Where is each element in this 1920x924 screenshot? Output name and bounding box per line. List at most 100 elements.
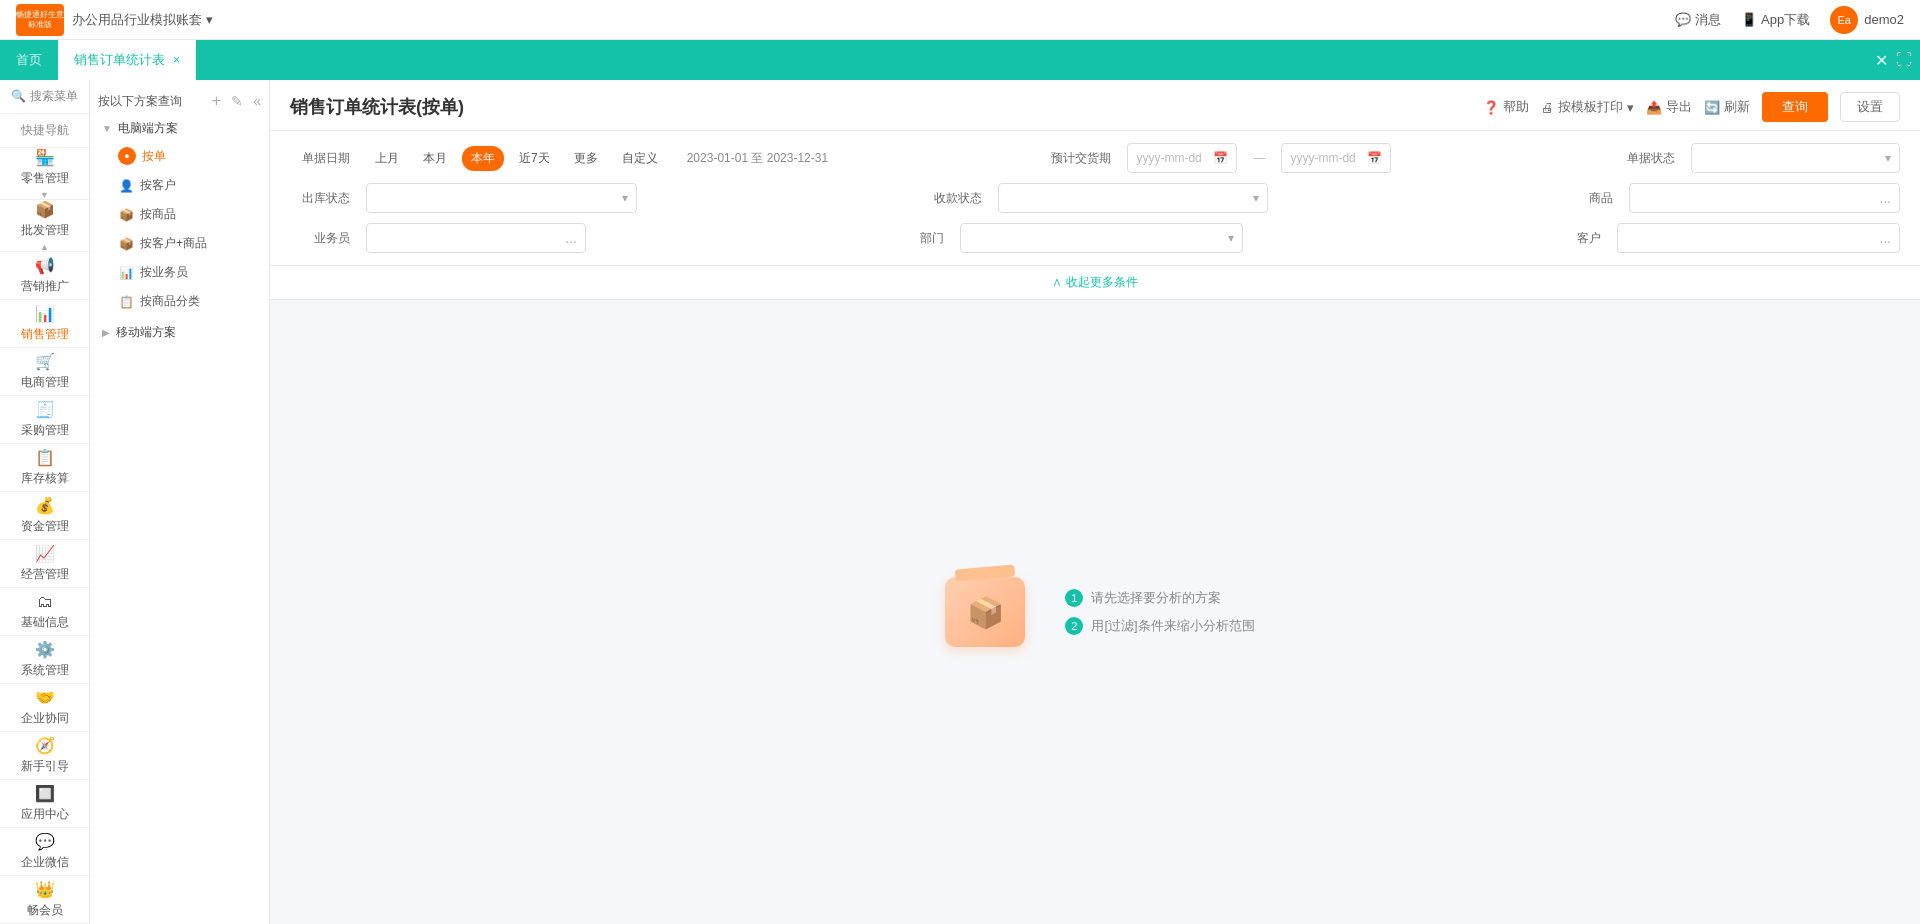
wholesale-icon: 📦	[35, 200, 55, 219]
purchase-icon: 🧾	[35, 400, 55, 419]
date-buttons: 上月 本月 本年 近7天 更多 自定义	[366, 146, 667, 171]
expand-icon2: ▲	[40, 242, 49, 252]
tab-expand-icon[interactable]: ⛶	[1896, 51, 1912, 69]
sidebar-quick-nav[interactable]: 快捷导航	[0, 114, 89, 148]
edit-scheme-button[interactable]: ✎	[231, 93, 243, 109]
system-title: 办公用品行业模拟账套	[72, 11, 202, 29]
export-button[interactable]: 📤 导出	[1646, 98, 1692, 116]
empty-box-icon: 📦	[945, 577, 1025, 647]
empty-text-list: 1 请先选择要分析的方案 2 用[过滤]条件来缩小分析范围	[1065, 589, 1254, 635]
pc-section-label: 电脑端方案	[118, 120, 178, 137]
scheme-item-by-customer[interactable]: 👤 按客户	[90, 171, 269, 200]
mobile-section-header[interactable]: ▶ 移动端方案	[90, 320, 269, 345]
sidebar-item-operations[interactable]: 📈 经营管理	[0, 540, 89, 588]
scheme-by-customer-label: 按客户	[140, 177, 176, 194]
top-bar: 畅捷通好生意 标准版 办公用品行业模拟账套 ▾ 💬 消息 📱 App下载 Ea …	[0, 0, 1920, 40]
date-range-text: 2023-01-01 至 2023-12-31	[687, 150, 828, 167]
scheme-item-by-salesperson[interactable]: 📊 按业务员	[90, 258, 269, 287]
sidebar-item-ecommerce[interactable]: 🛒 电商管理	[0, 348, 89, 396]
system-icon: ⚙️	[35, 640, 55, 659]
tab-close-all-icon[interactable]: ✕	[1875, 51, 1888, 70]
scheme-panel: 按以下方案查询 + ✎ « ▼ 电脑端方案 ● 按单 👤 按客户	[90, 80, 270, 924]
sidebar-item-system[interactable]: ⚙️ 系统管理	[0, 636, 89, 684]
order-status-label: 单据状态	[1615, 150, 1675, 167]
tab-home[interactable]: 首页	[0, 40, 58, 80]
sidebar-item-basic[interactable]: 🗂 基础信息	[0, 588, 89, 636]
expected-date-from[interactable]: yyyy-mm-dd 📅	[1127, 143, 1237, 173]
hint-num-2: 2	[1065, 617, 1083, 635]
sidebar-item-newbie[interactable]: 🧭 新手引导	[0, 732, 89, 780]
refresh-button[interactable]: 🔄 刷新	[1704, 98, 1750, 116]
sidebar-item-enterprise[interactable]: 🤝 企业协同	[0, 684, 89, 732]
scheme-item-by-product[interactable]: 📦 按商品	[90, 200, 269, 229]
sidebar-newbie-label: 新手引导	[21, 758, 69, 775]
inventory-icon: 📋	[35, 448, 55, 467]
receipt-dropdown-icon: ▾	[1253, 191, 1259, 205]
scheme-item-by-category[interactable]: 📋 按商品分类	[90, 287, 269, 316]
date-btn-this-year[interactable]: 本年	[462, 146, 504, 171]
expected-date-to[interactable]: yyyy-mm-dd 📅	[1281, 143, 1391, 173]
newbie-icon: 🧭	[35, 736, 55, 755]
collapse-scheme-button[interactable]: «	[253, 93, 261, 109]
sidebar-basic-label: 基础信息	[21, 614, 69, 631]
setting-button[interactable]: 设置	[1840, 92, 1900, 122]
sidebar-ecommerce-label: 电商管理	[21, 374, 69, 391]
receipt-status-select[interactable]: ▾	[998, 183, 1269, 213]
user-profile[interactable]: Ea demo2	[1830, 6, 1904, 34]
help-button[interactable]: ❓ 帮助	[1483, 98, 1529, 116]
basic-icon: 🗂	[37, 593, 53, 611]
date-btn-this-month[interactable]: 本月	[414, 146, 456, 171]
message-icon: 💬	[1675, 12, 1691, 27]
sidebar-item-appstore[interactable]: 🔲 应用中心	[0, 780, 89, 828]
print-button[interactable]: 🖨 按模板打印 ▾	[1541, 98, 1634, 116]
sidebar-item-marketing[interactable]: 📢 营销推广	[0, 252, 89, 300]
sidebar-search[interactable]: 🔍 搜索菜单	[0, 80, 89, 114]
enterprise-icon: 🤝	[35, 688, 55, 707]
scheme-dot-icon: ●	[118, 147, 136, 165]
tab-close-icon[interactable]: ×	[173, 53, 180, 67]
department-select[interactable]: ▾	[960, 223, 1244, 253]
sidebar-item-member[interactable]: 👑 畅会员	[0, 876, 89, 924]
date-btn-custom[interactable]: 自定义	[613, 146, 667, 171]
hint-text-1: 请先选择要分析的方案	[1091, 589, 1221, 607]
customer-input[interactable]: ...	[1617, 223, 1901, 253]
date-btn-last-month[interactable]: 上月	[366, 146, 408, 171]
user-name: demo2	[1864, 12, 1904, 27]
sidebar-item-wechat[interactable]: 💬 企业微信	[0, 828, 89, 876]
tab-sales-stats[interactable]: 销售订单统计表 ×	[58, 40, 196, 80]
product-dots-icon[interactable]: ...	[1879, 190, 1891, 206]
message-button[interactable]: 💬 消息	[1675, 11, 1721, 29]
system-title-dropdown[interactable]: 办公用品行业模拟账套 ▾	[72, 11, 213, 29]
sidebar-item-wholesale[interactable]: 📦 批发管理 ▲	[0, 200, 89, 252]
finance-icon: 💰	[35, 496, 55, 515]
member-icon: 👑	[35, 880, 55, 899]
date-btn-7days[interactable]: 近7天	[510, 146, 559, 171]
wechat-icon: 💬	[35, 832, 55, 851]
filter-row-person: 业务员 ... 部门 ▾ 客户 ...	[290, 223, 1900, 253]
sidebar-enterprise-label: 企业协同	[21, 710, 69, 727]
delivery-status-select[interactable]: ▾	[366, 183, 637, 213]
app-download-button[interactable]: 📱 App下载	[1741, 11, 1810, 29]
salesperson-dots-icon[interactable]: ...	[565, 230, 577, 246]
sidebar-item-inventory[interactable]: 📋 库存核算	[0, 444, 89, 492]
empty-illustration: 📦	[935, 562, 1035, 662]
pc-section-header[interactable]: ▼ 电脑端方案	[90, 116, 269, 141]
sidebar-item-finance[interactable]: 💰 资金管理	[0, 492, 89, 540]
pc-scheme-section: ▼ 电脑端方案 ● 按单 👤 按客户 📦 按商品	[90, 114, 269, 318]
collapse-bar[interactable]: ∧ 收起更多条件	[270, 266, 1920, 300]
sidebar-item-sales[interactable]: 📊 销售管理	[0, 300, 89, 348]
query-button[interactable]: 查询	[1762, 92, 1828, 122]
product-input[interactable]: ...	[1629, 183, 1900, 213]
sidebar-item-retail[interactable]: 🏪 零售管理 ▼	[0, 148, 89, 200]
order-status-select[interactable]: ▾	[1691, 143, 1900, 173]
customer-dots-icon[interactable]: ...	[1879, 230, 1891, 246]
sidebar-item-purchase[interactable]: 🧾 采购管理	[0, 396, 89, 444]
logo: 畅捷通好生意 标准版	[16, 4, 64, 36]
scheme-item-by-order[interactable]: ● 按单	[90, 141, 269, 171]
scheme-item-by-customer-product[interactable]: 📦 按客户+商品	[90, 229, 269, 258]
scheme-by-salesperson-label: 按业务员	[140, 264, 188, 281]
salesperson-input[interactable]: ...	[366, 223, 586, 253]
add-scheme-button[interactable]: +	[212, 92, 221, 110]
sidebar-marketing-label: 营销推广	[21, 278, 69, 295]
date-btn-more[interactable]: 更多	[565, 146, 607, 171]
